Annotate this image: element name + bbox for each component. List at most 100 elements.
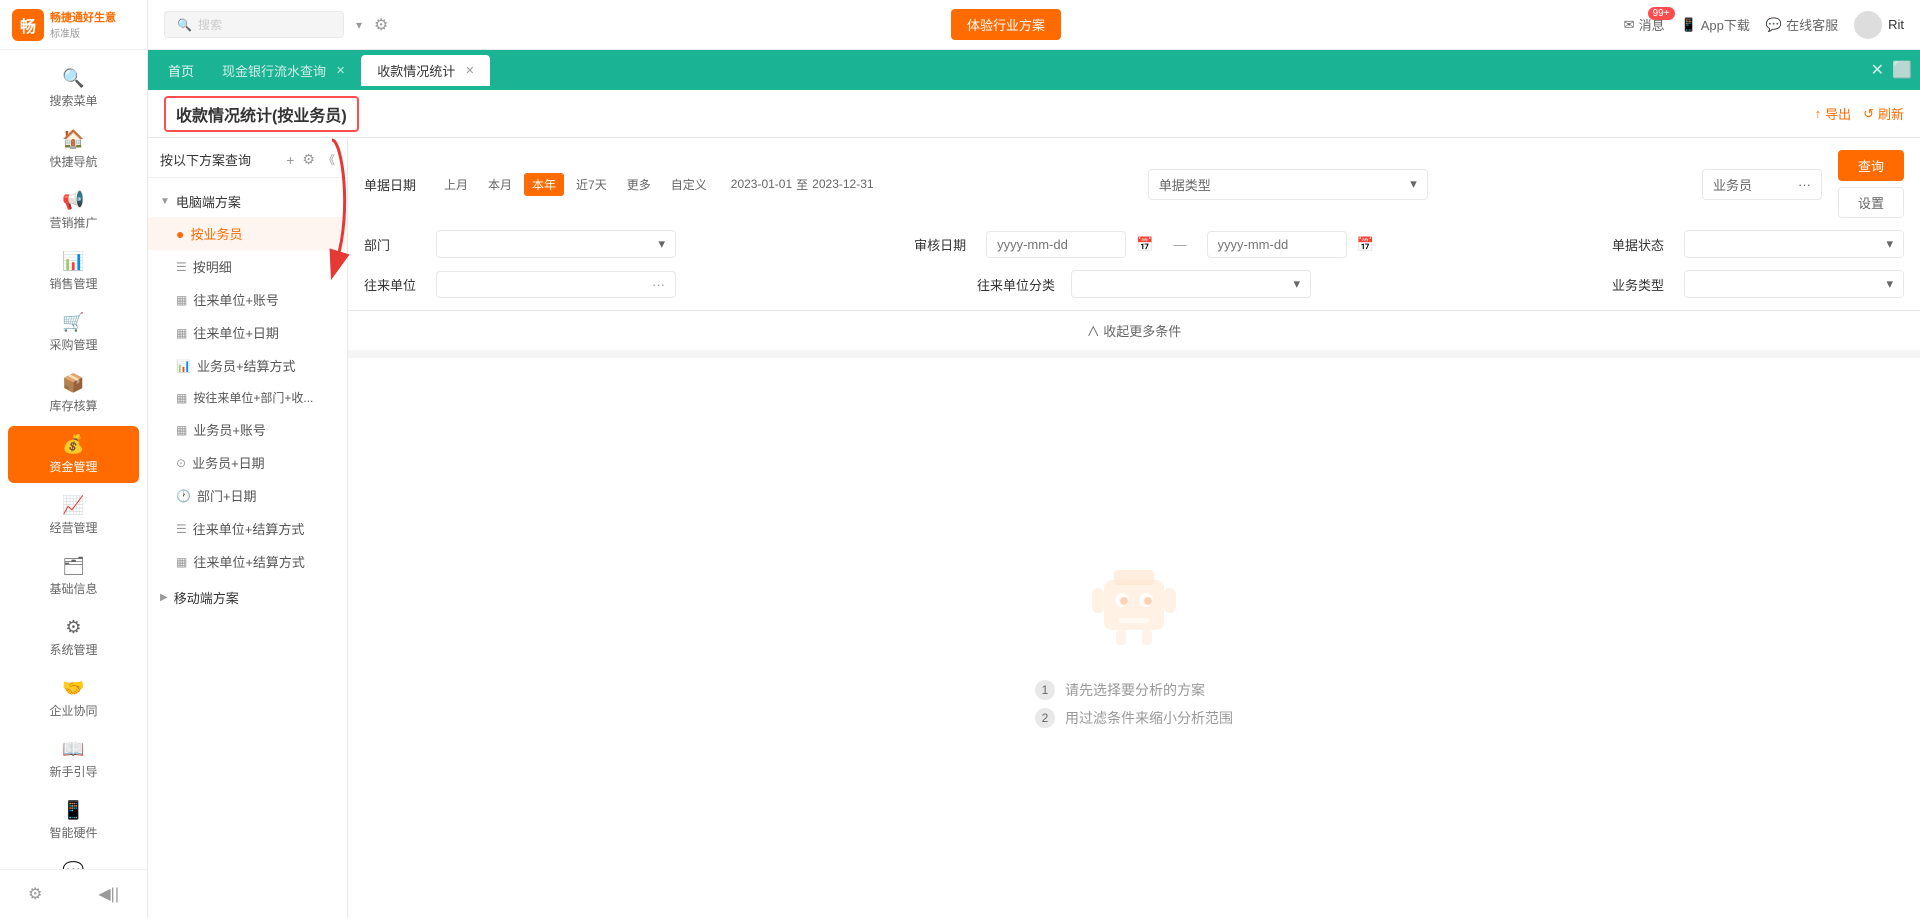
active-scheme-icon: ●: [176, 226, 184, 242]
sidebar-item-label: 库存核算: [49, 397, 97, 414]
app-download-button[interactable]: 📱 App下载: [1681, 15, 1750, 34]
biz-type-select[interactable]: ▾: [1684, 270, 1904, 298]
home-icon: 🏠: [62, 129, 84, 150]
sidebar-item-marketing[interactable]: 📢 营销推广: [0, 180, 147, 241]
tree-item-salesman-date[interactable]: ⊙ 业务员+日期: [148, 446, 347, 479]
sidebar-settings-icon[interactable]: ⚙: [20, 880, 50, 908]
export-button[interactable]: ↑ 导出: [1815, 104, 1852, 123]
user-area[interactable]: Rit: [1854, 11, 1904, 39]
sidebar-item-purchase[interactable]: 🛒 采购管理: [0, 302, 147, 363]
tree-item-salesman-account[interactable]: ▦ 业务员+账号: [148, 413, 347, 446]
empty-state: 1 请先选择要分析的方案 2 用过滤条件来缩小分析范围: [348, 358, 1920, 918]
dept-select[interactable]: ▾: [436, 230, 676, 258]
tab-receipt[interactable]: 收款情况统计 ✕: [361, 55, 490, 86]
topbar-left: 🔍 搜索 ▾ ⚙: [164, 11, 388, 38]
tab-bank-close[interactable]: ✕: [336, 64, 345, 77]
query-button[interactable]: 查询: [1838, 150, 1904, 181]
page-header: 收款情况统计(按业务员) ↑ 导出 ↺ 刷新: [148, 90, 1920, 138]
partner-select[interactable]: ···: [436, 271, 676, 298]
sidebar-item-search[interactable]: 🔍 搜索菜单: [0, 58, 147, 119]
this-year-btn[interactable]: 本年: [524, 173, 564, 196]
custom-date-btn[interactable]: 自定义: [663, 173, 715, 196]
tree-item-label: 按明细: [193, 257, 232, 276]
detail-icon: ☰: [176, 260, 187, 274]
calendar-to-icon[interactable]: 📅: [1357, 236, 1374, 253]
partner-category-label: 往来单位分类: [977, 275, 1055, 294]
sidebar-item-hardware[interactable]: 📱 智能硬件: [0, 790, 147, 851]
bill-status-select[interactable]: ▾: [1684, 230, 1904, 258]
sidebar-item-guide[interactable]: 📖 新手引导: [0, 729, 147, 790]
sidebar-item-basic[interactable]: 🗂 基础信息: [0, 546, 147, 607]
service-icon: 💬: [1766, 17, 1782, 33]
sidebar-item-system[interactable]: ⚙ 系统管理: [0, 607, 147, 668]
tree-item-partner-settle2[interactable]: ▦ 往来单位+结算方式: [148, 545, 347, 578]
sidebar-item-sales[interactable]: 📊 销售管理: [0, 241, 147, 302]
tree-item-dept-date[interactable]: 🕐 部门+日期: [148, 479, 347, 512]
tree-group-name: 电脑端方案: [176, 192, 241, 211]
biz-type-label: 业务类型: [1612, 275, 1668, 294]
tab-bank[interactable]: 现金银行流水查询 ✕: [206, 55, 361, 86]
refresh-button[interactable]: ↺ 刷新: [1863, 104, 1904, 123]
chevron-down-icon: ▾: [1410, 176, 1417, 192]
salesman-settle-icon: 📊: [176, 359, 191, 373]
review-date-from-input[interactable]: [986, 231, 1126, 258]
partner-category-select[interactable]: ▾: [1071, 270, 1311, 298]
window-close-icon[interactable]: ✕: [1871, 60, 1884, 80]
tree-item-partner-account[interactable]: ▦ 往来单位+账号: [148, 283, 347, 316]
online-service-button[interactable]: 💬 在线客服: [1766, 15, 1838, 34]
date-filter-label: 单据日期: [364, 175, 420, 194]
username: Rit: [1888, 17, 1904, 32]
window-maximize-icon[interactable]: ⬜: [1892, 60, 1912, 80]
main-area: 🔍 搜索 ▾ ⚙ 体验行业方案 ✉ 消息 99+ 📱 App下载 💬 在线客服: [148, 0, 1920, 918]
sidebar-item-label: 新手引导: [49, 763, 97, 780]
collapse-panel-icon[interactable]: 《: [323, 151, 335, 168]
partner-filter-label: 往来单位: [364, 275, 420, 294]
sidebar-item-operations[interactable]: 📈 经营管理: [0, 485, 147, 546]
add-scheme-icon[interactable]: +: [286, 152, 294, 168]
sidebar-item-inventory[interactable]: 📦 库存核算: [0, 363, 147, 424]
date-separator: —: [1170, 237, 1191, 252]
tree-group-desktop-label[interactable]: ▼ 电脑端方案: [148, 186, 347, 217]
trial-button[interactable]: 体验行业方案: [951, 9, 1061, 40]
sidebar-item-finance[interactable]: 💰 资金管理: [8, 426, 139, 483]
topbar-gear-icon[interactable]: ⚙: [374, 15, 388, 35]
refresh-icon: ↺: [1863, 106, 1874, 122]
tree-item-label: 按往来单位+部门+收...: [193, 389, 313, 406]
sidebar-item-enterprise[interactable]: 🤝 企业协同: [0, 668, 147, 729]
scheme-tree: ▼ 电脑端方案 ● 按业务员 ☰ 按明细 ▦ 往来单位+账号: [148, 178, 347, 918]
review-date-to-input[interactable]: [1207, 231, 1347, 258]
tree-arrow-icon: ▼: [160, 196, 170, 207]
settings-button[interactable]: 设置: [1838, 187, 1904, 218]
filter-row-2: 部门 ▾ 审核日期 📅 — 📅 单据状态: [364, 230, 1904, 258]
scheme-settings-icon[interactable]: ⚙: [302, 151, 315, 168]
sales-icon: 📊: [62, 251, 84, 272]
last-month-btn[interactable]: 上月: [436, 173, 476, 196]
sidebar-item-nav[interactable]: 🏠 快捷导航: [0, 119, 147, 180]
sidebar-item-wechat[interactable]: 💬 企业微信: [0, 851, 147, 869]
sidebar-collapse-icon[interactable]: ◀||: [90, 880, 127, 908]
tree-item-salesman-settle[interactable]: 📊 业务员+结算方式: [148, 349, 347, 382]
partner-more-icon[interactable]: ···: [652, 277, 665, 292]
topbar-search[interactable]: 🔍 搜索: [164, 11, 344, 38]
filter-row-3: 往来单位 ··· 往来单位分类 ▾ 业务类型 ▾: [364, 270, 1904, 298]
tree-item-by-salesman[interactable]: ● 按业务员: [148, 217, 347, 250]
this-month-btn[interactable]: 本月: [480, 173, 520, 196]
calendar-from-icon[interactable]: 📅: [1136, 236, 1153, 253]
salesman-select[interactable]: 业务员 ···: [1702, 169, 1822, 200]
bill-type-select[interactable]: 单据类型 ▾: [1148, 169, 1428, 200]
last-7-days-btn[interactable]: 近7天: [568, 173, 615, 196]
tab-home[interactable]: 首页: [156, 55, 206, 86]
tree-item-by-detail[interactable]: ☰ 按明细: [148, 250, 347, 283]
more-date-btn[interactable]: 更多: [619, 173, 659, 196]
topbar-dropdown-icon[interactable]: ▾: [356, 18, 362, 32]
message-button[interactable]: ✉ 消息 99+: [1624, 15, 1665, 34]
tree-item-partner-date[interactable]: ▦ 往来单位+日期: [148, 316, 347, 349]
tree-group-mobile-label[interactable]: ▶ 移动端方案: [148, 582, 347, 613]
hardware-icon: 📱: [62, 800, 84, 821]
empty-steps: 1 请先选择要分析的方案 2 用过滤条件来缩小分析范围: [1035, 680, 1233, 736]
guide-icon: 📖: [62, 739, 84, 760]
collapse-more-conditions[interactable]: ∧ 收起更多条件: [348, 311, 1920, 350]
tree-item-partner-settle1[interactable]: ☰ 往来单位+结算方式: [148, 512, 347, 545]
tree-item-partner-dept-collect[interactable]: ▦ 按往来单位+部门+收...: [148, 382, 347, 413]
tab-receipt-close[interactable]: ✕: [465, 64, 474, 77]
